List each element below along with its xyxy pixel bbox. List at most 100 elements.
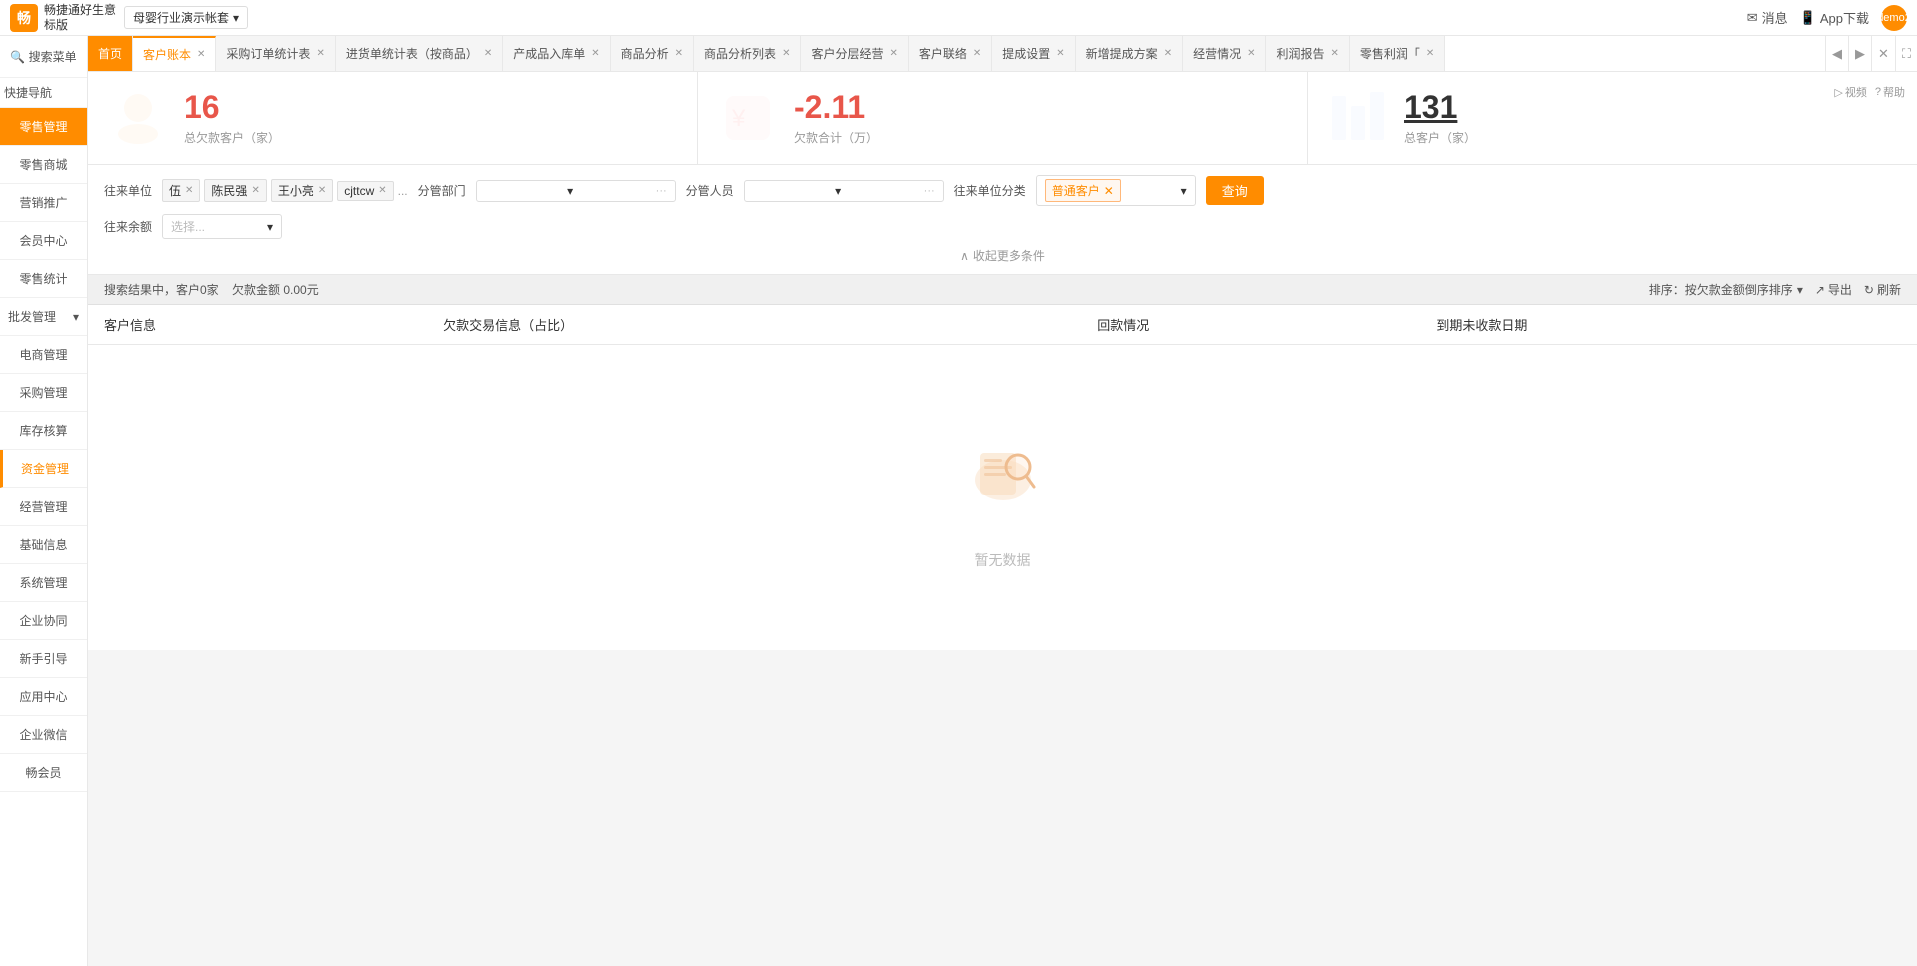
tab-close-icon[interactable]: ✕ (889, 48, 897, 59)
tag-close-wu[interactable]: ✕ (185, 185, 193, 196)
stat-info-debt: -2.11 欠款合计（万） (794, 90, 878, 146)
message-btn[interactable]: ✉ 消息 (1747, 8, 1788, 27)
user-menu[interactable]: demo2 (1881, 5, 1907, 31)
tab-close-icon[interactable]: ✕ (782, 48, 790, 59)
tab-close-icon[interactable]: ✕ (1247, 48, 1255, 59)
collapse-row: ∧ 收起更多条件 (104, 247, 1901, 264)
sidebar-item-operations[interactable]: 经营管理 (0, 488, 87, 526)
filter-category-tag: 普通客户 ✕ (1045, 179, 1121, 202)
stat-value-total: 131 (1404, 90, 1476, 125)
top-bar: 畅 畅捷通好生意 标版 母婴行业演示帐套 ▾ ✉ 消息 📱 App下载 demo… (0, 0, 1917, 36)
sidebar-item-enterprise[interactable]: 企业协同 (0, 602, 87, 640)
tab-product-in[interactable]: 产成品入库单 ✕ (503, 36, 610, 72)
tab-close-icon[interactable]: ✕ (1164, 48, 1172, 59)
export-btn[interactable]: ↗ 导出 (1815, 281, 1852, 298)
filter-row-1: 往来单位 伍 ✕ 陈民强 ✕ 王小亮 ✕ (104, 175, 1901, 206)
sidebar-item-retail-stats[interactable]: 零售统计 (0, 260, 87, 298)
sidebar-item-retail-mall[interactable]: 零售商城 (0, 146, 87, 184)
tag-close-category[interactable]: ✕ (1104, 184, 1114, 198)
tabs-close-all-btn[interactable]: ✕ (1871, 36, 1895, 72)
col-due-date: 到期未收款日期 (1420, 305, 1917, 345)
tabs-next-btn[interactable]: ▶ (1848, 36, 1871, 72)
tab-purchase-stats[interactable]: 采购订单统计表 ✕ (216, 36, 335, 72)
tab-operations[interactable]: 经营情况 ✕ (1183, 36, 1266, 72)
tab-close-icon[interactable]: ✕ (484, 48, 492, 59)
quick-nav-btn[interactable]: 快捷导航 (0, 78, 87, 108)
tab-close-icon[interactable]: ✕ (1426, 48, 1434, 59)
sidebar-item-retail-mgmt[interactable]: 零售管理 (0, 108, 87, 146)
tabs-fullscreen-btn[interactable]: ⛶ (1895, 36, 1917, 72)
account-selector[interactable]: 母婴行业演示帐套 ▾ (124, 6, 248, 29)
results-info: 搜索结果中，客户0家 欠款金额 0.00元 (104, 281, 319, 298)
tab-goods-analysis-list[interactable]: 商品分析列表 ✕ (694, 36, 801, 72)
stat-icon-debt: ¥ (718, 88, 778, 148)
tab-customer-ledger[interactable]: 客户账本 ✕ (133, 36, 216, 72)
sort-dropdown[interactable]: 排序：按欠款金额倒序排序 ▾ (1649, 281, 1803, 298)
tab-close-icon[interactable]: ✕ (316, 48, 324, 59)
tag-close-chen[interactable]: ✕ (251, 185, 259, 196)
table-body: 暂无数据 (88, 345, 1917, 651)
data-table: 客户信息 欠款交易信息（占比） 回款情况 到期未收款日期 (88, 305, 1917, 650)
filter-tag-cjttcw: cjttcw ✕ (337, 181, 393, 201)
sidebar-item-ecom[interactable]: 电商管理 (0, 336, 87, 374)
top-bar-right: ✉ 消息 📱 App下载 demo2 (1747, 5, 1907, 31)
sidebar-item-inventory[interactable]: 库存核算 (0, 412, 87, 450)
tab-close-icon[interactable]: ✕ (1331, 48, 1339, 59)
sidebar-item-appcenter[interactable]: 应用中心 (0, 678, 87, 716)
tab-close-icon[interactable]: ✕ (591, 48, 599, 59)
stat-label-customers: 总欠款客户（家） (184, 129, 280, 146)
stat-card-customers: 16 总欠款客户（家） (88, 72, 698, 164)
tab-profit-report[interactable]: 利润报告 ✕ (1266, 36, 1349, 72)
empty-icon (958, 425, 1048, 534)
filter-balance-select[interactable]: 选择... ▾ (162, 214, 282, 239)
collapse-btn[interactable]: ∧ 收起更多条件 (960, 247, 1045, 264)
tab-goods-analysis[interactable]: 商品分析 ✕ (611, 36, 694, 72)
filter-person-select[interactable]: ▾ ··· (744, 180, 944, 202)
refresh-btn[interactable]: ↻ 刷新 (1864, 281, 1901, 298)
tab-goods-stats[interactable]: 进货单统计表（按商品） ✕ (336, 36, 503, 72)
tab-close-icon[interactable]: ✕ (1056, 48, 1064, 59)
stat-info-customers: 16 总欠款客户（家） (184, 90, 280, 146)
tab-close-icon[interactable]: ✕ (197, 49, 205, 60)
search-menu-btn[interactable]: 🔍 搜索菜单 (6, 44, 81, 69)
tab-commission-setting[interactable]: 提成设置 ✕ (992, 36, 1075, 72)
stat-value-debt: -2.11 (794, 90, 878, 125)
sidebar-item-vip[interactable]: 畅会员 (0, 754, 87, 792)
tab-customer-contact[interactable]: 客户联络 ✕ (909, 36, 992, 72)
page-content: 16 总欠款客户（家） ¥ -2.11 欠款合计（万） (88, 72, 1917, 966)
table-header: 客户信息 欠款交易信息（占比） 回款情况 到期未收款日期 (88, 305, 1917, 345)
sidebar-item-purchase[interactable]: 采购管理 (0, 374, 87, 412)
sidebar-item-basic-info[interactable]: 基础信息 (0, 526, 87, 564)
filter-category-select[interactable]: 普通客户 ✕ ▾ (1036, 175, 1196, 206)
filter-dept-select[interactable]: ▾ ··· (476, 180, 676, 202)
query-button[interactable]: 查询 (1206, 176, 1264, 205)
tab-retail-profit[interactable]: 零售利润「 ✕ (1350, 36, 1445, 72)
sidebar-item-finance[interactable]: 资金管理 (0, 450, 87, 488)
stat-label-debt: 欠款合计（万） (794, 129, 878, 146)
video-btn[interactable]: ▷ 视频 (1834, 84, 1866, 100)
tab-customer-tier[interactable]: 客户分层经营 ✕ (801, 36, 908, 72)
tab-home[interactable]: 首页 (88, 36, 133, 72)
tab-close-icon[interactable]: ✕ (675, 48, 683, 59)
filter-dept-label: 分管部门 (418, 182, 466, 199)
sidebar-item-marketing[interactable]: 营销推广 (0, 184, 87, 222)
filter-person-label: 分管人员 (686, 182, 734, 199)
filter-category-label: 往来单位分类 (954, 182, 1026, 199)
app-download-btn[interactable]: 📱 App下载 (1800, 8, 1869, 27)
tab-close-icon[interactable]: ✕ (973, 48, 981, 59)
tab-new-commission[interactable]: 新增提成方案 ✕ (1076, 36, 1183, 72)
tag-close-cjttcw[interactable]: ✕ (378, 185, 386, 196)
sidebar-item-newguide[interactable]: 新手引导 (0, 640, 87, 678)
help-btn[interactable]: ? 帮助 (1875, 84, 1905, 100)
sidebar-item-system[interactable]: 系统管理 (0, 564, 87, 602)
sidebar-item-wework[interactable]: 企业微信 (0, 716, 87, 754)
col-payment: 回款情况 (1081, 305, 1420, 345)
sidebar-item-member-center[interactable]: 会员中心 (0, 222, 87, 260)
col-debt-info: 欠款交易信息（占比） (427, 305, 1081, 345)
stats-row: 16 总欠款客户（家） ¥ -2.11 欠款合计（万） (88, 72, 1917, 165)
chevron-down-icon: ▾ (233, 11, 239, 25)
tabs-prev-btn[interactable]: ◀ (1825, 36, 1848, 72)
tag-close-wang[interactable]: ✕ (318, 185, 326, 196)
sidebar-item-wholesale[interactable]: 批发管理 ▾ (0, 298, 87, 336)
filter-more-btn[interactable]: ... (398, 184, 408, 198)
